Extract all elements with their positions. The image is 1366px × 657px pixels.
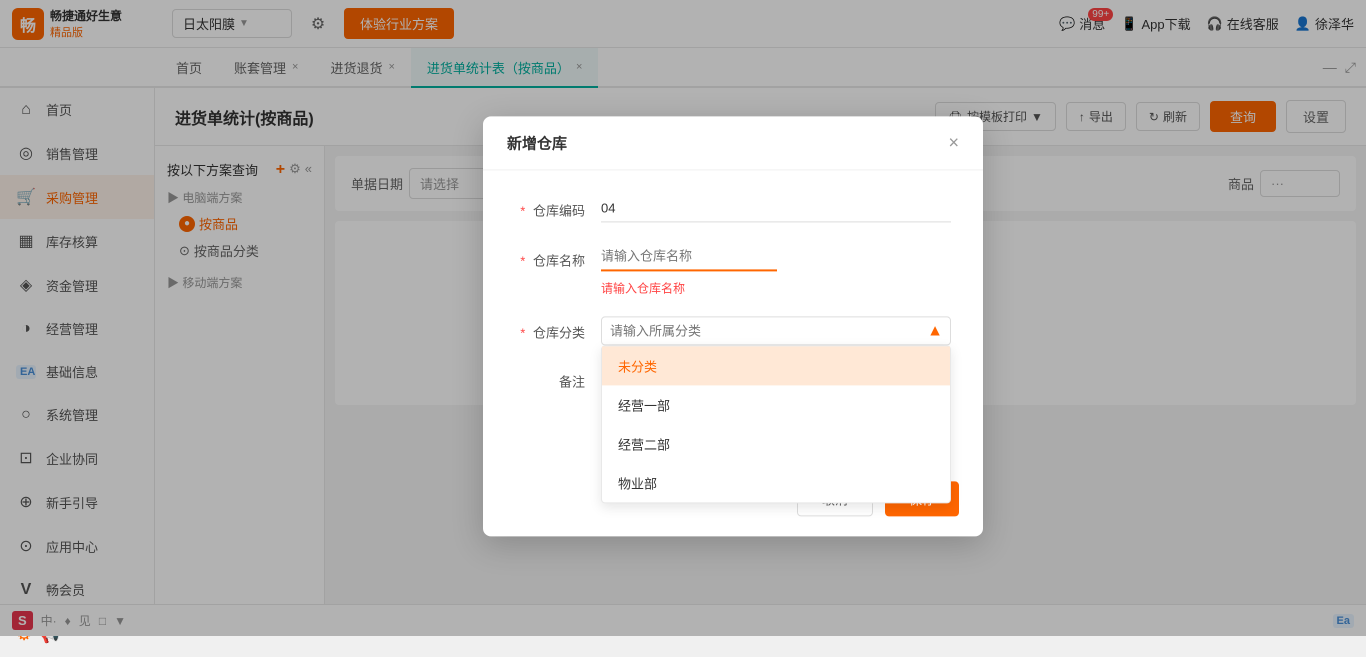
dropdown-item-unclassified[interactable]: 未分类: [602, 346, 950, 385]
category-dropdown: 未分类 经营一部 经营二部 物业部: [601, 345, 951, 503]
category-arrow-icon[interactable]: ▲: [927, 322, 943, 340]
new-warehouse-modal: 新增仓库 × * 仓库编码 * 仓库名称 请输入仓库名称: [483, 116, 983, 536]
code-input[interactable]: [601, 194, 951, 222]
note-label: 备注: [515, 365, 585, 390]
category-input[interactable]: [601, 316, 951, 345]
code-field-row: * 仓库编码: [515, 194, 951, 222]
modal-header: 新增仓库 ×: [483, 116, 983, 170]
category-input-wrapper: ▲ 未分类 经营一部 经营二部 物业部: [601, 316, 951, 345]
category-label: * 仓库分类: [515, 316, 585, 341]
name-error-msg: 请输入仓库名称: [601, 279, 685, 296]
dropdown-item-property[interactable]: 物业部: [602, 463, 950, 502]
category-field-row: * 仓库分类 ▲ 未分类 经营一部 经营二部 物业部: [515, 316, 951, 345]
name-field-row: * 仓库名称 请输入仓库名称: [515, 242, 951, 296]
dropdown-item-dept1[interactable]: 经营一部: [602, 385, 950, 424]
modal-close-button[interactable]: ×: [948, 132, 959, 153]
dropdown-item-dept2[interactable]: 经营二部: [602, 424, 950, 463]
modal-body: * 仓库编码 * 仓库名称 请输入仓库名称 * 仓库分类: [483, 170, 983, 469]
modal-title: 新增仓库: [507, 132, 567, 153]
name-label: * 仓库名称: [515, 244, 585, 269]
code-label: * 仓库编码: [515, 194, 585, 219]
name-input[interactable]: [601, 242, 777, 271]
